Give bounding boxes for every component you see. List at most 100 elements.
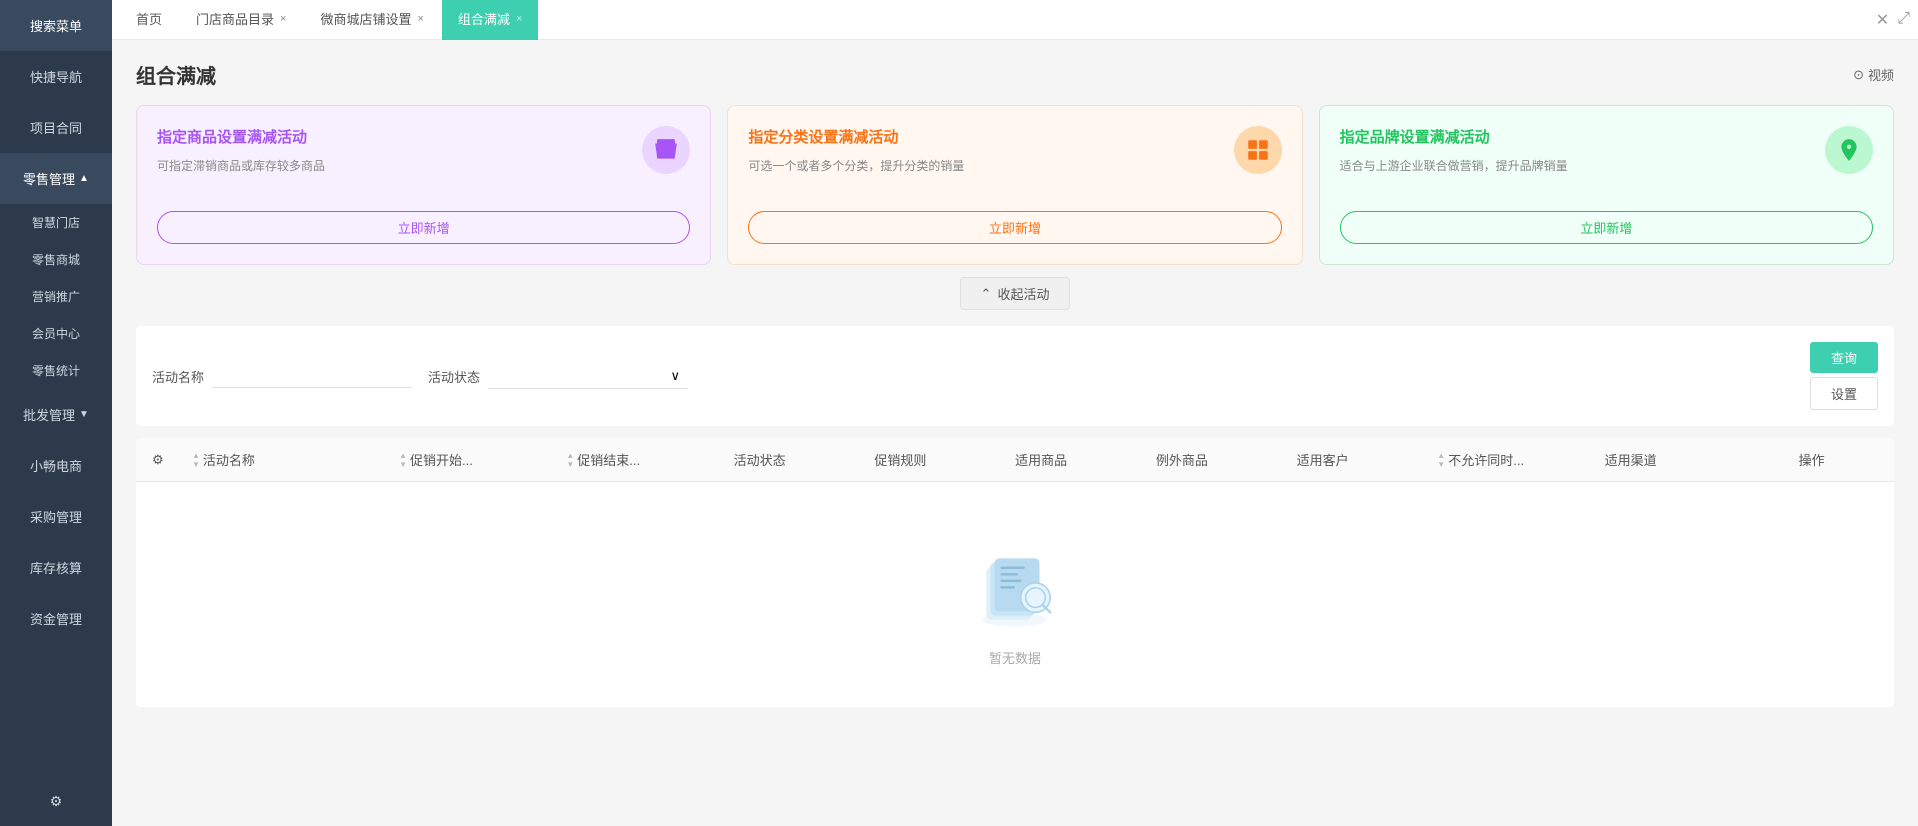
empty-text: 暂无数据 [989, 648, 1041, 667]
sidebar-item-inventory[interactable]: 库存核算 [0, 542, 112, 593]
activity-status-field: 活动状态 ∨ [428, 364, 688, 389]
empty-state-icon [965, 542, 1065, 632]
sidebar-item-label: 快捷导航 [30, 70, 82, 85]
sidebar-item-retail-mgmt[interactable]: 零售管理 ▲ [0, 153, 112, 204]
table-col-except: 例外商品 [1156, 450, 1289, 469]
maximize-icon[interactable]: ⤢ [1897, 10, 1910, 30]
brand-activity-card: 指定品牌设置满减活动 适合与上游企业联合做营销，提升品牌销量 立即新增 [1319, 105, 1894, 265]
settings-button[interactable]: 设置 [1810, 377, 1878, 410]
tab-close-icon[interactable]: × [280, 13, 286, 25]
search-buttons: 查询 设置 [1810, 342, 1878, 410]
search-bar: 活动名称 活动状态 ∨ 查询 设置 [136, 326, 1894, 426]
goods-card-desc: 可指定滞销商品或库存较多商品 [157, 157, 690, 176]
tab-home[interactable]: 首页 [120, 0, 178, 40]
sidebar-item-smart-store[interactable]: 智慧门店 [0, 204, 112, 241]
chevron-down-icon: ▼ [79, 409, 89, 420]
sidebar-item-label: 小畅电商 [30, 459, 82, 474]
collapse-bar: ⌃ 收起活动 [136, 277, 1894, 310]
table-col-status: 活动状态 [734, 450, 867, 469]
sidebar-item-label: 库存核算 [30, 561, 82, 576]
chevron-up-icon: ▲ [79, 173, 89, 184]
activity-cards: 指定商品设置满减活动 可指定滞销商品或库存较多商品 立即新增 指定分类设置满减活… [136, 105, 1894, 265]
tab-label: 组合满减 [458, 9, 510, 28]
sidebar-item-member-center[interactable]: 会员中心 [0, 315, 112, 352]
sort-icons[interactable]: ▲▼ [1437, 451, 1445, 469]
tab-close-icon[interactable]: × [516, 13, 522, 25]
sidebar-item-label: 批发管理 [23, 405, 75, 424]
table-col-no-dup: ▲▼ 不允许同时... [1437, 450, 1596, 469]
category-card-desc: 可选一个或者多个分类，提升分类的销量 [748, 157, 1281, 176]
activity-name-field: 活动名称 [152, 364, 412, 388]
sidebar-item-label: 零售统计 [32, 364, 80, 378]
gear-icon: ⚙ [50, 793, 63, 809]
tab-combo-discount[interactable]: 组合满减 × [442, 0, 538, 40]
sidebar-item-label: 采购管理 [30, 510, 82, 525]
tab-store-catalog[interactable]: 门店商品目录 × [180, 0, 302, 40]
sort-icons[interactable]: ▲▼ [192, 451, 200, 469]
chevron-down-icon: ∨ [671, 368, 681, 384]
sidebar-item-wholesale-mgmt[interactable]: 批发管理 ▼ [0, 389, 112, 440]
sidebar-settings-icon[interactable]: ⚙ [0, 777, 112, 826]
sidebar-item-purchase-mgmt[interactable]: 采购管理 [0, 491, 112, 542]
close-icon[interactable]: ✕ [1876, 10, 1889, 30]
sidebar-item-label: 会员中心 [32, 327, 80, 341]
goods-card-btn[interactable]: 立即新增 [157, 211, 690, 244]
category-card-title: 指定分类设置满减活动 [748, 126, 1281, 147]
brand-card-icon [1825, 126, 1873, 174]
tab-label: 微商城店铺设置 [320, 9, 411, 28]
activity-name-input[interactable] [212, 364, 412, 388]
sidebar-item-quick-nav[interactable]: 快捷导航 [0, 51, 112, 102]
window-controls: ✕ ⤢ [1876, 10, 1910, 30]
table-col-promo-start: ▲▼ 促销开始... [399, 450, 558, 469]
goods-card-icon [642, 126, 690, 174]
sidebar-item-label: 项目合同 [30, 121, 82, 136]
goods-card-title: 指定商品设置满减活动 [157, 126, 690, 147]
sidebar-item-label: 搜索菜单 [30, 19, 82, 34]
gear-icon: ⚙ [152, 452, 164, 468]
table-col-name: ▲▼ 活动名称 [192, 450, 391, 469]
brand-card-btn[interactable]: 立即新增 [1340, 211, 1873, 244]
category-card-btn[interactable]: 立即新增 [748, 211, 1281, 244]
sidebar-item-label: 零售管理 [23, 169, 75, 188]
tab-label: 门店商品目录 [196, 9, 274, 28]
sidebar-item-marketing[interactable]: 营销推广 [0, 278, 112, 315]
empty-state: 暂无数据 [136, 482, 1894, 707]
sidebar-item-retail-mall[interactable]: 零售商城 [0, 241, 112, 278]
category-card-icon [1234, 126, 1282, 174]
table-col-gear[interactable]: ⚙ [152, 452, 184, 468]
sidebar-item-project-contract[interactable]: 项目合同 [0, 102, 112, 153]
brand-card-title: 指定品牌设置满减活动 [1340, 126, 1873, 147]
sidebar-item-label: 营销推广 [32, 290, 80, 304]
content-area: 组合满减 ⊙ 视频 指定商品设置满减活动 可指定滞销商品或库存较多商品 [112, 40, 1918, 826]
activity-name-label: 活动名称 [152, 367, 204, 386]
query-button[interactable]: 查询 [1810, 342, 1878, 373]
activity-status-label: 活动状态 [428, 367, 480, 386]
goods-activity-card: 指定商品设置满减活动 可指定滞销商品或库存较多商品 立即新增 [136, 105, 711, 265]
collapse-label: 收起活动 [997, 284, 1049, 303]
collapse-btn[interactable]: ⌃ 收起活动 [960, 277, 1071, 310]
table-col-promo-end: ▲▼ 促销结束... [566, 450, 725, 469]
video-link[interactable]: ⊙ 视频 [1853, 65, 1894, 84]
sidebar-item-finance-mgmt[interactable]: 资金管理 [0, 593, 112, 644]
category-activity-card: 指定分类设置满减活动 可选一个或者多个分类，提升分类的销量 立即新增 [727, 105, 1302, 265]
video-label: 视频 [1868, 65, 1894, 84]
activity-status-select[interactable]: ∨ [488, 364, 688, 389]
sidebar-item-label: 零售商城 [32, 253, 80, 267]
sidebar-item-ecommerce[interactable]: 小畅电商 [0, 440, 112, 491]
sort-icons[interactable]: ▲▼ [399, 451, 407, 469]
tab-bar: 首页 门店商品目录 × 微商城店铺设置 × 组合满减 × ✕ ⤢ [112, 0, 1918, 40]
tab-label: 首页 [136, 9, 162, 28]
table-col-channel: 适用渠道 [1605, 450, 1738, 469]
sort-icons[interactable]: ▲▼ [566, 451, 574, 469]
table-col-goods: 适用商品 [1015, 450, 1148, 469]
sidebar-item-label: 智慧门店 [32, 216, 80, 230]
sidebar-item-search-menu[interactable]: 搜索菜单 [0, 0, 112, 51]
sidebar: 搜索菜单 快捷导航 项目合同 零售管理 ▲ 智慧门店 零售商城 营销推广 会员中… [0, 0, 112, 826]
tab-close-icon[interactable]: × [417, 13, 423, 25]
tab-wechat-store-settings[interactable]: 微商城店铺设置 × [304, 0, 439, 40]
sidebar-item-retail-stats[interactable]: 零售统计 [0, 352, 112, 389]
table-col-rule: 促销规则 [874, 450, 1007, 469]
table-wrapper: ⚙ ▲▼ 活动名称 ▲▼ 促销开始... ▲▼ 促销结束... 活动状态 [136, 438, 1894, 707]
page-title: 组合满减 [136, 60, 216, 89]
table-col-action: 操作 [1745, 450, 1878, 469]
